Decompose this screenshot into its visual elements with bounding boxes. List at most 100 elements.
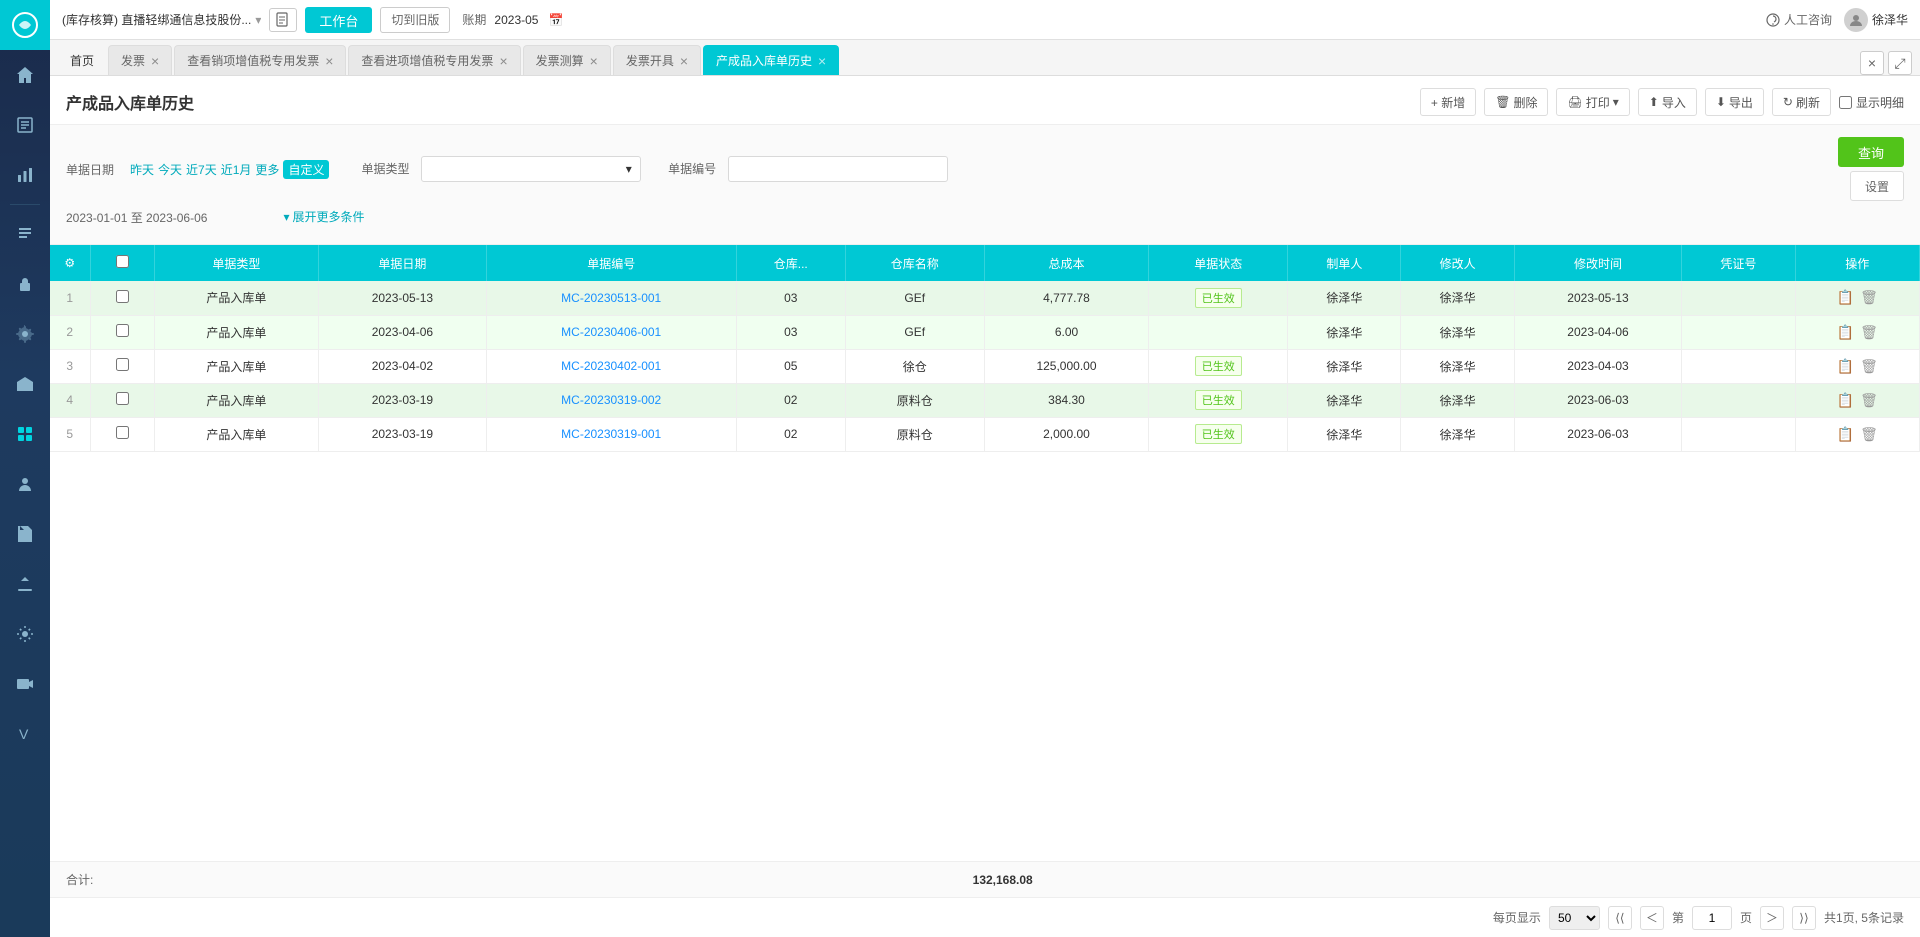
show-detail-input[interactable] — [1839, 96, 1852, 109]
settings-icon[interactable]: ⚙ — [64, 256, 75, 270]
sidebar-item-version[interactable]: V — [0, 709, 50, 759]
import-button[interactable]: ⬆ 导入 — [1638, 88, 1697, 116]
sidebar-item-lock[interactable] — [0, 259, 50, 309]
cell-number[interactable]: MC-20230406-001 — [486, 315, 736, 349]
tab-close-all[interactable]: × — [1860, 51, 1884, 75]
delete-button[interactable]: 🗑 删除 — [1484, 88, 1548, 116]
next-page-button[interactable]: ＞ — [1760, 906, 1784, 930]
edit-icon[interactable]: 📋 — [1837, 392, 1854, 409]
prev-page-button[interactable]: ＜ — [1640, 906, 1664, 930]
col-voucher[interactable]: 凭证号 — [1682, 245, 1795, 281]
delete-row-icon[interactable]: 🗑 — [1860, 324, 1878, 341]
print-dropdown-icon[interactable]: ▾ — [1613, 95, 1619, 109]
cell-checkbox[interactable] — [90, 383, 154, 417]
edit-icon[interactable]: 📋 — [1837, 289, 1854, 306]
sidebar-item-upload[interactable] — [0, 559, 50, 609]
service-button[interactable]: 人工咨询 — [1766, 11, 1832, 28]
expand-button[interactable]: ▾ 展开更多条件 — [283, 208, 364, 225]
print-button[interactable]: 🖨 打印 ▾ — [1556, 88, 1629, 116]
new-button[interactable]: + 新增 — [1420, 88, 1476, 116]
col-total-cost[interactable]: 总成本 — [984, 245, 1149, 281]
shortcut-7days[interactable]: 近7天 — [186, 161, 217, 178]
shortcut-today[interactable]: 今天 — [158, 161, 182, 178]
tab-history-close[interactable]: × — [818, 53, 826, 69]
cell-number[interactable]: MC-20230319-001 — [486, 417, 736, 451]
dropdown-icon[interactable]: ▾ — [255, 13, 261, 27]
tab-sales-close[interactable]: × — [325, 53, 333, 69]
doc-button[interactable] — [269, 8, 297, 32]
col-modify-time[interactable]: 修改时间 — [1514, 245, 1681, 281]
sidebar-item-report[interactable] — [0, 509, 50, 559]
tab-issue-close[interactable]: × — [680, 53, 688, 69]
last-page-button[interactable]: ⟩⟩ — [1792, 906, 1816, 930]
shortcut-more[interactable]: 更多 — [255, 161, 279, 178]
tab-invoice-calc[interactable]: 发票测算 × — [523, 45, 611, 75]
sidebar-item-gear[interactable] — [0, 609, 50, 659]
sidebar-item-invoice[interactable] — [0, 100, 50, 150]
table-row: 2 产品入库单 2023-04-06 MC-20230406-001 03 GE… — [50, 315, 1920, 349]
tab-calc-close[interactable]: × — [590, 53, 598, 69]
edit-icon[interactable]: 📋 — [1837, 426, 1854, 443]
status-badge: 已生效 — [1195, 356, 1242, 376]
delete-row-icon[interactable]: 🗑 — [1860, 358, 1878, 375]
query-button[interactable]: 查询 — [1838, 137, 1904, 167]
per-page-select[interactable]: 50 100 200 — [1549, 906, 1600, 930]
delete-row-icon[interactable]: 🗑 — [1860, 392, 1878, 409]
shortcut-custom[interactable]: 自定义 — [283, 160, 329, 179]
tab-purchase-close[interactable]: × — [499, 53, 507, 69]
sidebar-item-warehouse[interactable] — [0, 359, 50, 409]
sidebar-item-tax[interactable] — [0, 209, 50, 259]
cell-checkbox[interactable] — [90, 281, 154, 315]
user-info[interactable]: 徐泽华 — [1844, 8, 1908, 32]
col-creator[interactable]: 制单人 — [1288, 245, 1401, 281]
shortcut-yesterday[interactable]: 昨天 — [130, 161, 154, 178]
sidebar-item-inventory[interactable] — [0, 409, 50, 459]
cell-number[interactable]: MC-20230513-001 — [486, 281, 736, 315]
col-settings[interactable]: ⚙ — [50, 245, 90, 281]
tab-home[interactable]: 首页 — [58, 45, 106, 75]
cell-checkbox[interactable] — [90, 349, 154, 383]
tab-invoice-issue[interactable]: 发票开具 × — [613, 45, 701, 75]
col-type[interactable]: 单据类型 — [154, 245, 319, 281]
sidebar-item-home[interactable] — [0, 50, 50, 100]
sidebar-item-video[interactable] — [0, 659, 50, 709]
select-all-checkbox[interactable] — [116, 255, 129, 268]
page-number-input[interactable] — [1692, 906, 1732, 930]
cell-checkbox[interactable] — [90, 417, 154, 451]
tab-sales-invoice[interactable]: 查看销项增值税专用发票 × — [174, 45, 346, 75]
workbench-button[interactable]: 工作台 — [305, 7, 372, 33]
tab-product-history[interactable]: 产成品入库单历史 × — [703, 45, 839, 75]
switch-version-button[interactable]: 切到旧版 — [380, 7, 450, 33]
edit-icon[interactable]: 📋 — [1837, 358, 1854, 375]
col-date[interactable]: 单据日期 — [319, 245, 486, 281]
col-checkbox[interactable] — [90, 245, 154, 281]
calendar-icon[interactable]: 📅 — [548, 13, 563, 27]
reset-button[interactable]: 设置 — [1850, 171, 1904, 201]
col-warehouse-name[interactable]: 仓库名称 — [845, 245, 984, 281]
cell-checkbox[interactable] — [90, 315, 154, 349]
sidebar-item-person[interactable] — [0, 459, 50, 509]
cell-number[interactable]: MC-20230319-002 — [486, 383, 736, 417]
shortcut-1month[interactable]: 近1月 — [221, 161, 252, 178]
edit-icon[interactable]: 📋 — [1837, 324, 1854, 341]
first-page-button[interactable]: ⟨⟨ — [1608, 906, 1632, 930]
tab-purchase-invoice[interactable]: 查看进项增值税专用发票 × — [348, 45, 520, 75]
sidebar-item-chart[interactable] — [0, 150, 50, 200]
refresh-button[interactable]: ↻ 刷新 — [1772, 88, 1831, 116]
export-button[interactable]: ⬇ 导出 — [1705, 88, 1764, 116]
col-modifier[interactable]: 修改人 — [1401, 245, 1514, 281]
type-input[interactable] — [430, 162, 626, 176]
tab-invoice[interactable]: 发票 × — [108, 45, 172, 75]
col-warehouse-code[interactable]: 仓库... — [736, 245, 845, 281]
tab-invoice-close[interactable]: × — [151, 53, 159, 69]
type-select[interactable]: ▾ — [421, 156, 641, 182]
number-input[interactable] — [728, 156, 948, 182]
show-detail-checkbox[interactable]: 显示明细 — [1839, 94, 1904, 111]
cell-number[interactable]: MC-20230402-001 — [486, 349, 736, 383]
col-status[interactable]: 单据状态 — [1149, 245, 1288, 281]
sidebar-item-settings[interactable] — [0, 309, 50, 359]
tab-expand[interactable]: ⤢ — [1888, 51, 1912, 75]
delete-row-icon[interactable]: 🗑 — [1860, 289, 1878, 306]
delete-row-icon[interactable]: 🗑 — [1860, 426, 1878, 443]
col-number[interactable]: 单据编号 — [486, 245, 736, 281]
